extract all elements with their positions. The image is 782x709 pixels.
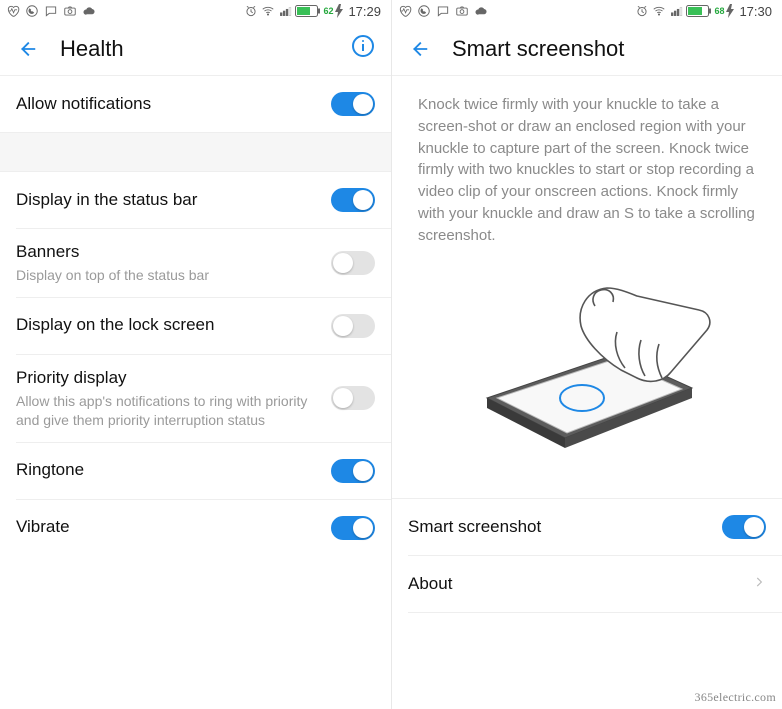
row-title: About bbox=[408, 573, 742, 596]
row-title: Allow notifications bbox=[16, 93, 321, 116]
row-title: Display on the lock screen bbox=[16, 314, 321, 337]
back-button[interactable] bbox=[408, 38, 430, 60]
section-gap bbox=[0, 132, 391, 172]
arrow-left-icon bbox=[408, 38, 430, 60]
whatsapp-icon bbox=[25, 4, 39, 18]
message-icon bbox=[44, 4, 58, 18]
heart-icon bbox=[6, 4, 20, 18]
toggle-lock-screen[interactable] bbox=[331, 314, 375, 338]
back-button[interactable] bbox=[16, 38, 38, 60]
status-left-icons bbox=[398, 4, 488, 18]
wifi-icon bbox=[652, 4, 666, 18]
arrow-left-icon bbox=[16, 38, 38, 60]
row-status-bar[interactable]: Display in the status bar bbox=[0, 172, 391, 228]
info-icon bbox=[351, 34, 375, 58]
row-allow-notifications[interactable]: Allow notifications bbox=[0, 76, 391, 132]
status-time: 17:29 bbox=[348, 4, 381, 19]
header: Health bbox=[0, 22, 391, 76]
toggle-banners[interactable] bbox=[331, 251, 375, 275]
cloud-icon bbox=[82, 4, 96, 18]
row-vibrate[interactable]: Vibrate bbox=[0, 500, 391, 556]
row-subtitle: Display on top of the status bar bbox=[16, 266, 321, 285]
knuckle-illustration bbox=[392, 254, 782, 498]
toggle-priority[interactable] bbox=[331, 386, 375, 410]
toggle-allow-notifications[interactable] bbox=[331, 92, 375, 116]
battery-indicator: 62 bbox=[295, 4, 332, 18]
status-bar: 68 17:30 bbox=[392, 0, 782, 22]
row-title: Banners bbox=[16, 241, 321, 264]
watermark: 365electric.com bbox=[695, 690, 776, 705]
page-title: Health bbox=[60, 36, 351, 62]
phone-right: 68 17:30 Smart screenshot Knock twice fi… bbox=[391, 0, 782, 709]
toggle-smart-screenshot[interactable] bbox=[722, 515, 766, 539]
message-icon bbox=[436, 4, 450, 18]
toggle-vibrate[interactable] bbox=[331, 516, 375, 540]
charging-icon bbox=[335, 4, 343, 18]
row-ringtone[interactable]: Ringtone bbox=[0, 443, 391, 499]
chevron-right-icon bbox=[752, 575, 766, 594]
row-banners[interactable]: Banners Display on top of the status bar bbox=[0, 229, 391, 297]
row-priority-display[interactable]: Priority display Allow this app's notifi… bbox=[0, 355, 391, 442]
whatsapp-icon bbox=[417, 4, 431, 18]
row-lock-screen[interactable]: Display on the lock screen bbox=[0, 298, 391, 354]
battery-percent: 62 bbox=[323, 6, 333, 16]
status-time: 17:30 bbox=[739, 4, 772, 19]
status-right-icons: 62 17:29 bbox=[244, 4, 381, 19]
camera-icon bbox=[63, 4, 77, 18]
status-bar: 62 17:29 bbox=[0, 0, 391, 22]
alarm-icon bbox=[635, 4, 649, 18]
info-button[interactable] bbox=[351, 34, 375, 63]
toggle-ringtone[interactable] bbox=[331, 459, 375, 483]
status-left-icons bbox=[6, 4, 96, 18]
row-title: Display in the status bar bbox=[16, 189, 321, 212]
battery-indicator: 68 bbox=[686, 4, 723, 18]
feature-description: Knock twice firmly with your knuckle to … bbox=[392, 76, 782, 254]
row-title: Smart screenshot bbox=[408, 516, 712, 539]
row-title: Vibrate bbox=[16, 516, 321, 539]
phone-left: 62 17:29 Health Allow notifications Disp… bbox=[0, 0, 391, 709]
row-title: Priority display bbox=[16, 367, 321, 390]
battery-percent: 68 bbox=[714, 6, 724, 16]
heart-icon bbox=[398, 4, 412, 18]
row-title: Ringtone bbox=[16, 459, 321, 482]
toggle-status-bar[interactable] bbox=[331, 188, 375, 212]
cloud-icon bbox=[474, 4, 488, 18]
header: Smart screenshot bbox=[392, 22, 782, 76]
row-smart-screenshot[interactable]: Smart screenshot bbox=[392, 499, 782, 555]
signal-icon bbox=[278, 4, 292, 18]
row-subtitle: Allow this app's notifications to ring w… bbox=[16, 392, 321, 430]
row-about[interactable]: About bbox=[392, 556, 782, 612]
charging-icon bbox=[726, 4, 734, 18]
signal-icon bbox=[669, 4, 683, 18]
status-right-icons: 68 17:30 bbox=[635, 4, 772, 19]
camera-icon bbox=[455, 4, 469, 18]
wifi-icon bbox=[261, 4, 275, 18]
page-title: Smart screenshot bbox=[452, 36, 766, 62]
alarm-icon bbox=[244, 4, 258, 18]
